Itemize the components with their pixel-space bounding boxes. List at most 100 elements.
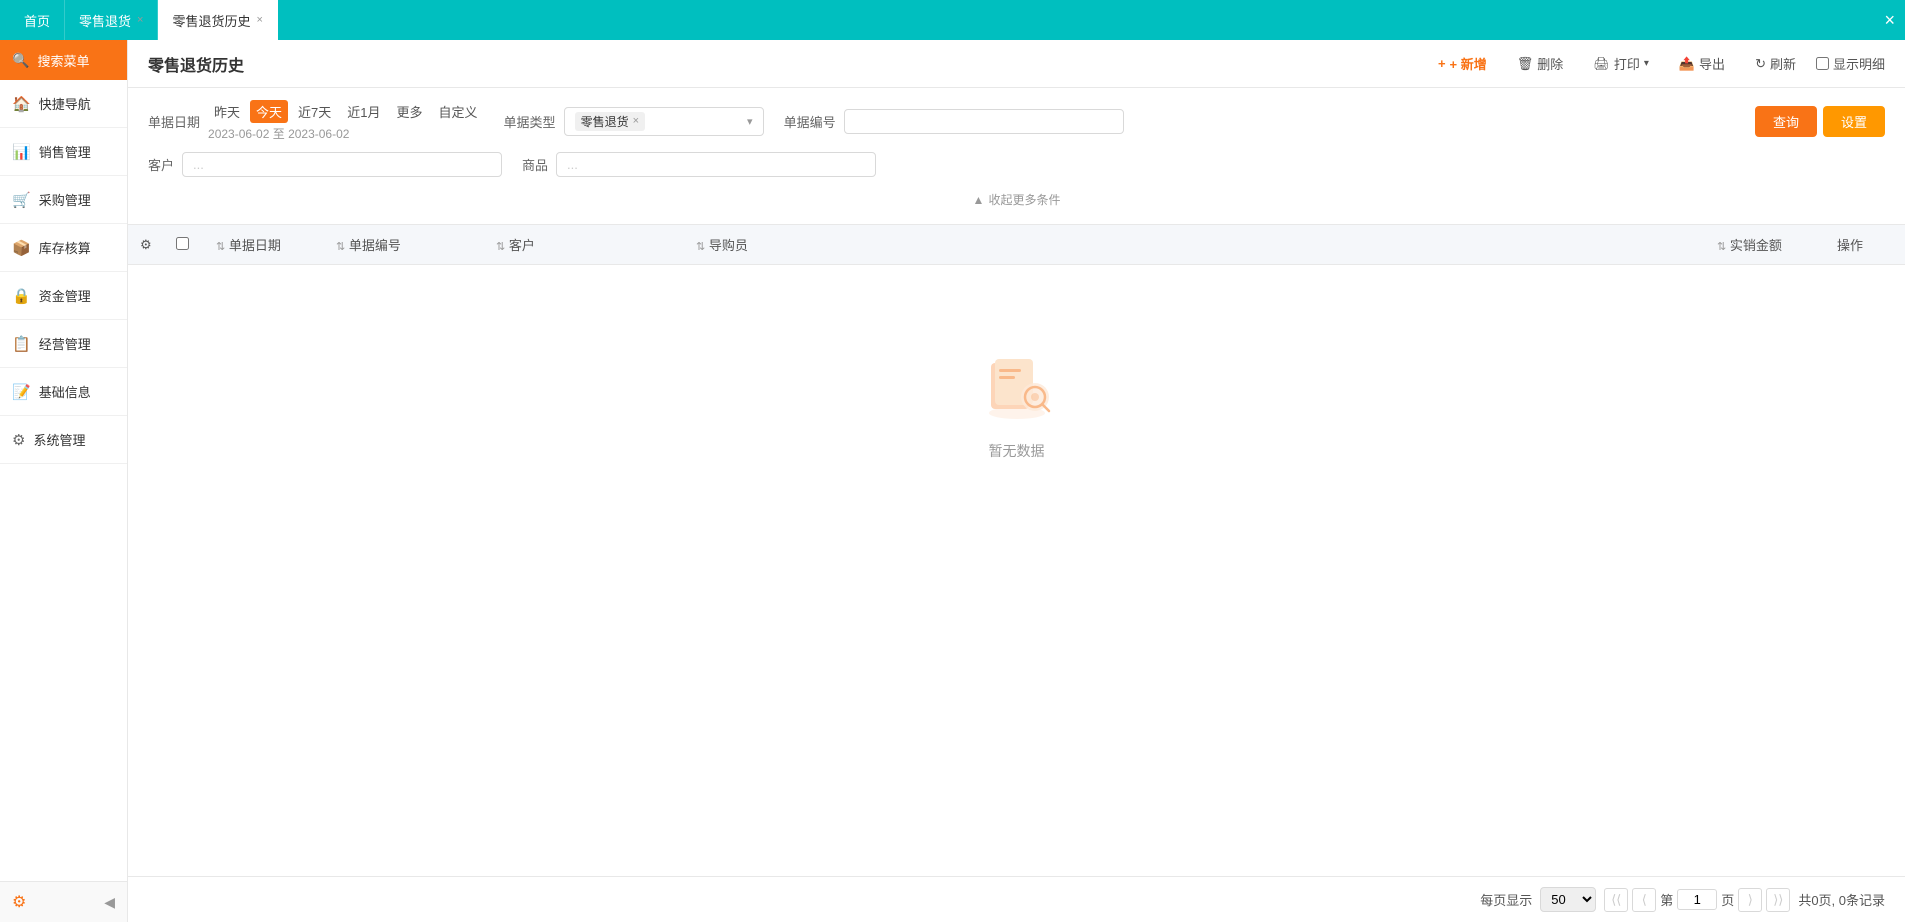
- header-actions: + + 新增 🗑 删除 🖨 打印 ▾ 📤 导出 ↻: [1428, 50, 1885, 77]
- type-tag-close[interactable]: ×: [633, 115, 639, 127]
- col-amount-label: 实销金额: [1730, 238, 1782, 253]
- date-shortcuts: 昨天 今天 近7天 近1月 更多 自定义: [208, 100, 484, 123]
- type-select[interactable]: 零售退货 × ▾: [564, 107, 764, 136]
- col-check[interactable]: [164, 225, 204, 265]
- tab-retail-return-close[interactable]: ×: [137, 14, 143, 26]
- first-page-button[interactable]: ⟨⟨: [1604, 888, 1628, 912]
- nav-items: 🏠 快捷导航 📊 销售管理 🛒 采购管理 📦 库存核算 🔒 资金管理 📋: [0, 80, 127, 881]
- col-guide-label: 导购员: [709, 238, 748, 253]
- table-body: 暂无数据: [128, 265, 1905, 542]
- col-customer-header[interactable]: ⇅ 客户: [484, 225, 684, 265]
- collapse-button[interactable]: ▲ 收起更多条件: [961, 187, 1073, 212]
- window-close-button[interactable]: ×: [1884, 10, 1895, 31]
- main-layout: 🔍 搜索菜单 🏠 快捷导航 📊 销售管理 🛒 采购管理 📦 库存核算 🔒: [0, 40, 1905, 922]
- settings-button[interactable]: 设置: [1823, 106, 1885, 137]
- tab-home-label: 首页: [24, 11, 50, 30]
- select-all-checkbox[interactable]: [176, 237, 189, 250]
- home-icon: 🏠: [12, 95, 31, 113]
- customer-filter-label: 客户: [148, 155, 174, 174]
- filter-row-2: 客户 ... 商品 ...: [148, 152, 1885, 177]
- sidebar-item-quick-nav[interactable]: 🏠 快捷导航: [0, 80, 127, 128]
- col-num-header[interactable]: ⇅ 单据编号: [324, 225, 484, 265]
- shortcut-custom[interactable]: 自定义: [433, 100, 484, 123]
- shortcut-today[interactable]: 今天: [250, 100, 288, 123]
- refresh-label: 刷新: [1770, 54, 1796, 73]
- page-unit-label: 页: [1721, 890, 1734, 909]
- tab-retail-return-history[interactable]: 零售退货历史 ×: [158, 0, 277, 40]
- refresh-button[interactable]: ↻ 刷新: [1745, 50, 1806, 77]
- empty-icon: [977, 345, 1057, 425]
- tab-retail-return-history-close[interactable]: ×: [256, 14, 262, 26]
- sidebar-item-purchase-mgmt-label: 采购管理: [39, 190, 91, 209]
- shortcut-more[interactable]: 更多: [391, 100, 429, 123]
- empty-text: 暂无数据: [989, 441, 1045, 461]
- new-label: + 新增: [1450, 54, 1487, 73]
- sidebar-item-basic-info[interactable]: 📝 基础信息: [0, 368, 127, 416]
- sidebar-item-system-mgmt-label: 系统管理: [33, 430, 85, 449]
- sidebar-item-finance-label: 资金管理: [39, 286, 91, 305]
- col-date-header[interactable]: ⇅ 单据日期: [204, 225, 324, 265]
- settings-col-icon[interactable]: ⚙: [140, 237, 152, 252]
- table-head: ⚙ ⇅ 单据日期 ⇅ 单据编号: [128, 225, 1905, 265]
- shortcut-7days[interactable]: 近7天: [292, 100, 337, 123]
- filter-area: 单据日期 昨天 今天 近7天 近1月 更多 自定义 2023-06-02 至 2…: [128, 88, 1905, 225]
- type-tag: 零售退货 ×: [575, 112, 645, 131]
- goods-filter-label: 商品: [522, 155, 548, 174]
- type-dropdown-arrow: ▾: [747, 115, 753, 128]
- show-detail-checkbox[interactable]: [1816, 57, 1829, 70]
- sidebar-item-inventory[interactable]: 📦 库存核算: [0, 224, 127, 272]
- delete-button[interactable]: 🗑 删除: [1507, 50, 1574, 77]
- number-input[interactable]: [844, 109, 1124, 134]
- page-label-text: 第: [1660, 890, 1673, 909]
- customer-select[interactable]: ...: [182, 152, 502, 177]
- tab-retail-return-history-label: 零售退货历史: [172, 11, 250, 30]
- export-button[interactable]: 📤 导出: [1669, 50, 1735, 77]
- sidebar-item-operations-label: 经营管理: [39, 334, 91, 353]
- goods-placeholder: ...: [567, 157, 578, 172]
- doc-icon: 📝: [12, 383, 31, 401]
- number-filter-label: 单据编号: [784, 112, 836, 131]
- sidebar-item-sales-mgmt[interactable]: 📊 销售管理: [0, 128, 127, 176]
- sidebar-item-system-mgmt[interactable]: ⚙ 系统管理: [0, 416, 127, 464]
- last-page-button[interactable]: ⟩⟩: [1766, 888, 1790, 912]
- refresh-icon: ↻: [1755, 56, 1766, 72]
- new-button[interactable]: + + 新增: [1428, 50, 1497, 77]
- sidebar-item-finance[interactable]: 🔒 资金管理: [0, 272, 127, 320]
- collapse-sidebar-icon[interactable]: ◀: [104, 894, 115, 911]
- sort-icon-num: ⇅: [336, 241, 345, 253]
- search-icon: 🔍: [12, 52, 29, 69]
- cart-icon: 🛒: [12, 191, 31, 209]
- col-guide-header[interactable]: ⇅ 导购员: [684, 225, 834, 265]
- sort-icon-guide: ⇅: [696, 241, 705, 253]
- shortcut-yesterday[interactable]: 昨天: [208, 100, 246, 123]
- sidebar-bottom: ⚙ ◀: [0, 881, 127, 922]
- shortcut-1month[interactable]: 近1月: [341, 100, 386, 123]
- col-num-label: 单据编号: [349, 238, 401, 253]
- sort-icon-amount: ⇅: [1717, 241, 1726, 253]
- settings-icon[interactable]: ⚙: [12, 892, 26, 912]
- query-button[interactable]: 查询: [1755, 106, 1817, 137]
- col-settings[interactable]: ⚙: [128, 225, 164, 265]
- sidebar-item-sales-mgmt-label: 销售管理: [39, 142, 91, 161]
- date-filter-label: 单据日期: [148, 112, 200, 131]
- per-page-select[interactable]: 10 20 50 100: [1540, 887, 1596, 912]
- sidebar-search-bar[interactable]: 🔍 搜索菜单: [0, 40, 127, 80]
- next-page-button[interactable]: ⟩: [1738, 888, 1762, 912]
- tab-retail-return[interactable]: 零售退货 ×: [65, 0, 158, 40]
- delete-icon: 🗑: [1517, 56, 1534, 72]
- sidebar-item-purchase-mgmt[interactable]: 🛒 采购管理: [0, 176, 127, 224]
- page-input[interactable]: [1677, 889, 1717, 910]
- type-filter: 单据类型 零售退货 × ▾: [504, 107, 764, 136]
- table-wrapper: ⚙ ⇅ 单据日期 ⇅ 单据编号: [128, 225, 1905, 876]
- query-buttons: 查询 设置: [1755, 106, 1885, 137]
- prev-page-button[interactable]: ⟨: [1632, 888, 1656, 912]
- tab-home[interactable]: 首页: [10, 0, 65, 40]
- new-icon: +: [1438, 56, 1446, 71]
- number-filter: 单据编号: [784, 109, 1124, 134]
- col-amount-header[interactable]: ⇅ 实销金额: [1705, 225, 1825, 265]
- col-date-label: 单据日期: [229, 238, 281, 253]
- goods-select[interactable]: ...: [556, 152, 876, 177]
- content-area: 零售退货历史 + + 新增 🗑 删除 🖨 打印 ▾ 📤 导出: [128, 40, 1905, 922]
- sidebar-item-operations[interactable]: 📋 经营管理: [0, 320, 127, 368]
- print-button[interactable]: 🖨 打印 ▾: [1583, 50, 1659, 77]
